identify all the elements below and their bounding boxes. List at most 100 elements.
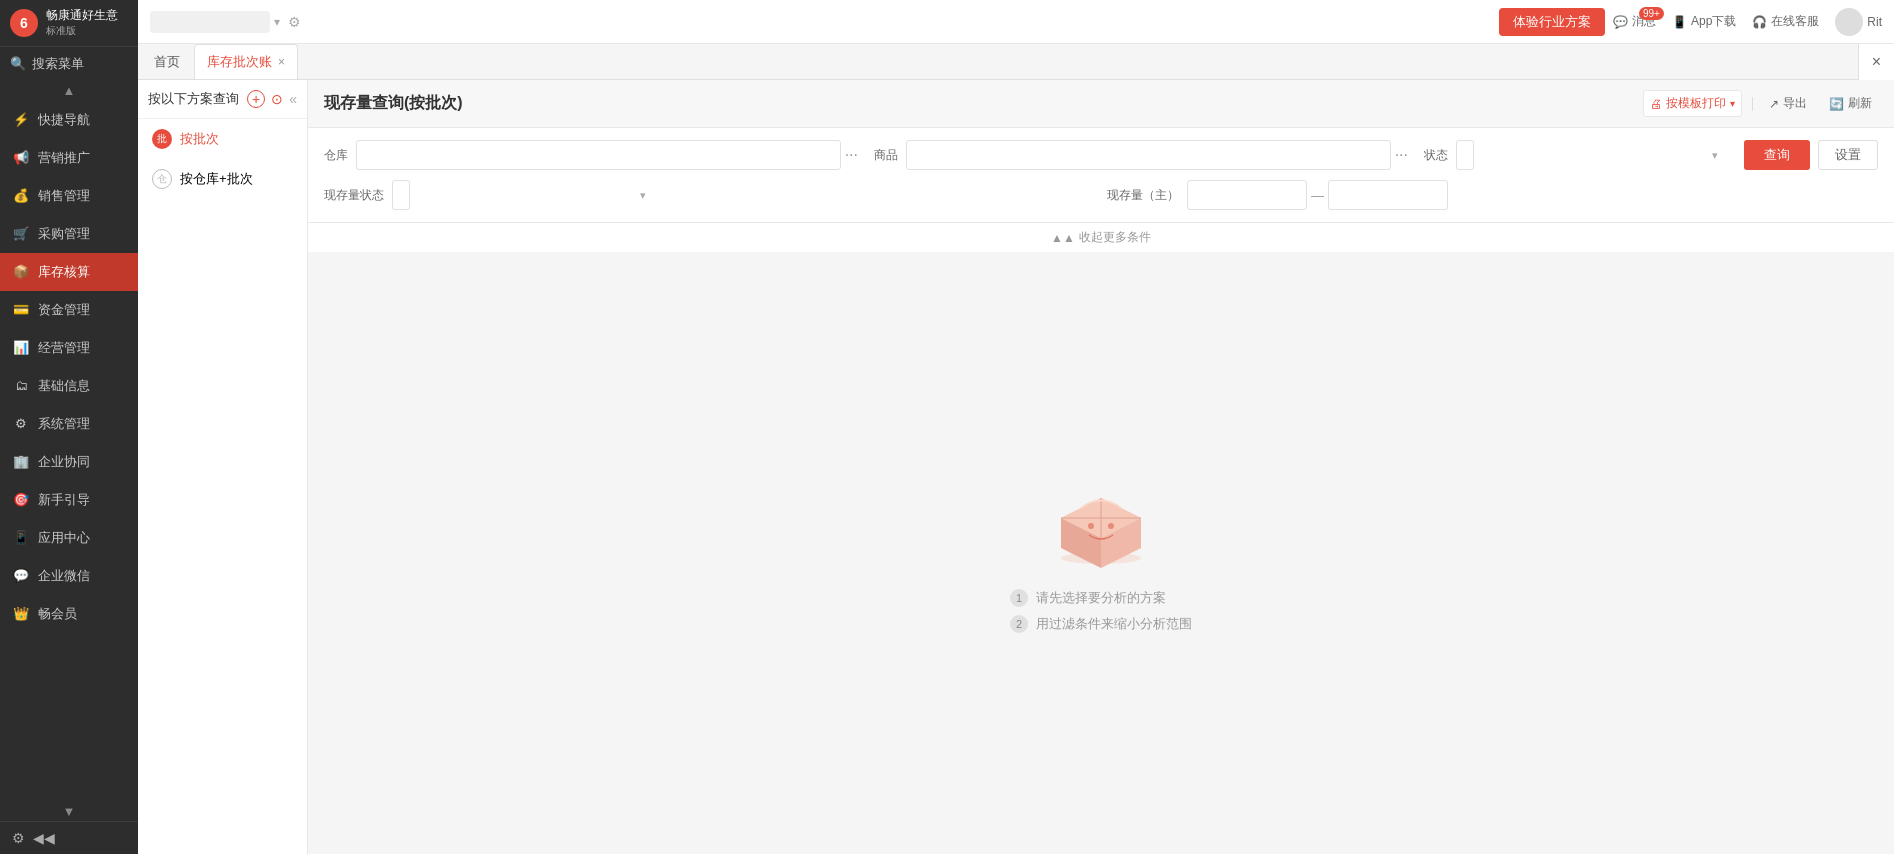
sidebar-item-guide[interactable]: 🎯 新手引导: [0, 481, 138, 519]
divider: [1752, 97, 1753, 111]
industry-solution-button[interactable]: 体验行业方案: [1499, 8, 1605, 36]
scheme-item-batch[interactable]: 批 按批次: [138, 119, 307, 159]
chevron-down-icon[interactable]: ▾: [274, 15, 280, 29]
product-input[interactable]: [906, 140, 1391, 170]
settings-icon[interactable]: ⚙: [288, 14, 301, 30]
collapse-more-conditions[interactable]: ▲▲ 收起更多条件: [308, 223, 1894, 252]
finance-icon: 💳: [12, 301, 30, 319]
empty-tip-1: 1 请先选择要分析的方案: [1010, 589, 1192, 607]
sidebar-item-purchase[interactable]: 🛒 采购管理: [0, 215, 138, 253]
page-close-button[interactable]: ×: [1858, 44, 1894, 80]
enterprise-icon: 🏢: [12, 453, 30, 471]
app-download-button[interactable]: 📱 App下载: [1672, 13, 1736, 30]
search-menu[interactable]: 🔍 搜索菜单: [0, 47, 138, 81]
member-icon: 👑: [12, 605, 30, 623]
status-chevron-icon: ▾: [1712, 149, 1718, 162]
add-scheme-icon[interactable]: +: [247, 90, 265, 108]
shortcut-icon: ⚡: [12, 111, 30, 129]
sidebar-item-label: 企业协同: [38, 453, 90, 471]
phone-icon: 📱: [1672, 15, 1687, 29]
empty-tip-2: 2 用过滤条件来缩小分析范围: [1010, 615, 1192, 633]
user-name: Rit: [1867, 15, 1882, 29]
filter-row-1: 仓库 ··· 商品 ··· 状态: [324, 140, 1878, 170]
topbar-right: 💬 消息 99+ 📱 App下载 🎧 在线客服 Rit: [1613, 8, 1882, 36]
messages-button[interactable]: 💬 消息 99+: [1613, 13, 1656, 30]
scheme-item-warehouse-batch[interactable]: 仓 按仓库+批次: [138, 159, 307, 199]
query-button[interactable]: 查询: [1744, 140, 1810, 170]
footer-collapse-icon[interactable]: ◀◀: [33, 830, 55, 846]
warehouse-input[interactable]: [356, 140, 841, 170]
sidebar-item-system[interactable]: ⚙ 系统管理: [0, 405, 138, 443]
settings-button[interactable]: 设置: [1818, 140, 1878, 170]
refresh-button[interactable]: 🔄 刷新: [1823, 91, 1878, 116]
search-input[interactable]: [150, 11, 270, 33]
sidebar-item-shortcut[interactable]: ⚡ 快捷导航: [0, 101, 138, 139]
product-filter: 商品 ···: [874, 140, 1412, 170]
print-button[interactable]: 🖨 按模板打印 ▾: [1643, 90, 1742, 117]
stock-status-chevron-icon: ▾: [640, 189, 646, 202]
sidebar-item-label: 经营管理: [38, 339, 90, 357]
print-chevron-icon: ▾: [1730, 98, 1735, 109]
sidebar-item-label: 畅会员: [38, 605, 77, 623]
app-download-label: App下载: [1691, 13, 1736, 30]
footer-settings-icon[interactable]: ⚙: [12, 830, 25, 846]
sidebar-nav: ⚡ 快捷导航 📢 营销推广 💰 销售管理 🛒 采购管理 📦 库存核算 💳 资金管…: [0, 101, 138, 801]
system-icon: ⚙: [12, 415, 30, 433]
purchase-icon: 🛒: [12, 225, 30, 243]
stock-amount-to-input[interactable]: [1328, 180, 1448, 210]
user-profile[interactable]: Rit: [1835, 8, 1882, 36]
message-icon: 💬: [1613, 15, 1628, 29]
sidebar-scroll-down[interactable]: ▼: [0, 801, 138, 821]
online-service-button[interactable]: 🎧 在线客服: [1752, 13, 1819, 30]
sidebar-item-sales[interactable]: 💰 销售管理: [0, 177, 138, 215]
tab-close-icon[interactable]: ×: [278, 55, 285, 69]
sidebar-item-basic[interactable]: 🗂 基础信息: [0, 367, 138, 405]
company-name: 畅康通好生意: [46, 8, 118, 24]
sidebar-item-finance[interactable]: 💳 资金管理: [0, 291, 138, 329]
warehouse-filter: 仓库 ···: [324, 140, 862, 170]
sidebar-item-label: 采购管理: [38, 225, 90, 243]
scheme-settings-icon[interactable]: ⊙: [271, 91, 283, 107]
scheme-header-label: 按以下方案查询: [148, 90, 239, 108]
sidebar-item-enterprise[interactable]: 🏢 企业协同: [0, 443, 138, 481]
svg-point-7: [1088, 523, 1094, 529]
tab-inventory-batch[interactable]: 库存批次账 ×: [194, 44, 298, 79]
scheme-warehouse-batch-label: 按仓库+批次: [180, 170, 253, 188]
tabs-bar: 首页 库存批次账 ×: [138, 44, 1894, 80]
page-title: 现存量查询(按批次): [324, 93, 463, 114]
stock-amount-from-input[interactable]: [1187, 180, 1307, 210]
export-icon: ↗: [1769, 97, 1779, 111]
search-icon: 🔍: [10, 56, 26, 71]
filter-row-2: 现存量状态 ▾ 现存量（主） —: [324, 180, 1878, 210]
status-select[interactable]: [1456, 140, 1474, 170]
sidebar-item-apps[interactable]: 📱 应用中心: [0, 519, 138, 557]
page-header-actions: 🖨 按模板打印 ▾ ↗ 导出 🔄 刷新: [1643, 90, 1878, 117]
tab-home[interactable]: 首页: [142, 44, 192, 79]
sidebar-item-operation[interactable]: 📊 经营管理: [0, 329, 138, 367]
inventory-icon: 📦: [12, 263, 30, 281]
sales-icon: 💰: [12, 187, 30, 205]
operation-icon: 📊: [12, 339, 30, 357]
app-logo: 6: [10, 9, 38, 37]
product-more-icon[interactable]: ···: [1391, 146, 1412, 164]
sidebar-header: 6 畅康通好生意 标准版: [0, 0, 138, 47]
sidebar-item-marketing[interactable]: 📢 营销推广: [0, 139, 138, 177]
sidebar-item-inventory[interactable]: 📦 库存核算: [0, 253, 138, 291]
collapse-panel-icon[interactable]: «: [289, 91, 297, 107]
sidebar-item-wechat[interactable]: 💬 企业微信: [0, 557, 138, 595]
collapse-label: 收起更多条件: [1079, 229, 1151, 246]
left-panel: 按以下方案查询 + ⊙ « 批 按批次 仓 按仓库+批次: [138, 80, 308, 854]
empty-tips: 1 请先选择要分析的方案 2 用过滤条件来缩小分析范围: [1010, 589, 1192, 633]
stock-status-select[interactable]: [392, 180, 410, 210]
topbar: ▾ ⚙ 体验行业方案 💬 消息 99+ 📱 App下载 🎧 在线客服 Rit: [138, 0, 1894, 44]
sidebar-scroll-up[interactable]: ▲: [0, 81, 138, 101]
stock-status-label: 现存量状态: [324, 187, 384, 204]
export-button[interactable]: ↗ 导出: [1763, 91, 1813, 116]
range-dash: —: [1307, 188, 1328, 203]
page-header: 现存量查询(按批次) 🖨 按模板打印 ▾ ↗ 导出 🔄 刷新: [308, 80, 1894, 128]
tab-inventory-batch-label: 库存批次账: [207, 53, 272, 71]
warehouse-more-icon[interactable]: ···: [841, 146, 862, 164]
sidebar-item-member[interactable]: 👑 畅会员: [0, 595, 138, 633]
svg-point-8: [1108, 523, 1114, 529]
left-panel-actions: + ⊙ «: [247, 90, 297, 108]
